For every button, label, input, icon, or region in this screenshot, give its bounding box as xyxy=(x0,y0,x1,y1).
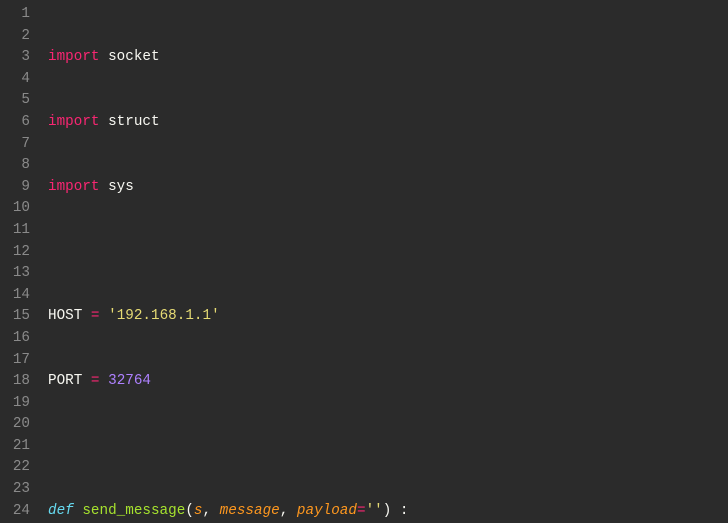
code-line: import struct xyxy=(48,112,728,134)
code-line xyxy=(48,242,728,264)
line-number: 16 xyxy=(0,328,30,350)
code-line: import socket xyxy=(48,47,728,69)
line-number: 3 xyxy=(0,47,30,69)
line-gutter: 1 2 3 4 5 6 7 8 9 10 11 12 13 14 15 16 1… xyxy=(0,4,42,523)
line-number: 12 xyxy=(0,242,30,264)
code-line: import sys xyxy=(48,177,728,199)
line-number: 6 xyxy=(0,112,30,134)
line-number: 7 xyxy=(0,134,30,156)
line-number: 13 xyxy=(0,263,30,285)
line-number: 20 xyxy=(0,414,30,436)
line-number: 2 xyxy=(0,26,30,48)
code-area[interactable]: import socket import struct import sys H… xyxy=(42,4,728,523)
line-number: 5 xyxy=(0,90,30,112)
code-line: HOST = '192.168.1.1' xyxy=(48,306,728,328)
line-number: 21 xyxy=(0,436,30,458)
line-number: 1 xyxy=(0,4,30,26)
line-number: 23 xyxy=(0,479,30,501)
line-number: 4 xyxy=(0,69,30,91)
line-number: 11 xyxy=(0,220,30,242)
line-number: 18 xyxy=(0,371,30,393)
line-number: 14 xyxy=(0,285,30,307)
line-number: 17 xyxy=(0,350,30,372)
line-number: 15 xyxy=(0,306,30,328)
line-number: 22 xyxy=(0,457,30,479)
code-line: def send_message(s, message, payload='')… xyxy=(48,501,728,523)
code-line: PORT = 32764 xyxy=(48,371,728,393)
line-number: 10 xyxy=(0,198,30,220)
line-number: 9 xyxy=(0,177,30,199)
code-line xyxy=(48,436,728,458)
line-number: 8 xyxy=(0,155,30,177)
code-editor: 1 2 3 4 5 6 7 8 9 10 11 12 13 14 15 16 1… xyxy=(0,0,728,523)
line-number: 24 xyxy=(0,501,30,523)
line-number: 19 xyxy=(0,393,30,415)
